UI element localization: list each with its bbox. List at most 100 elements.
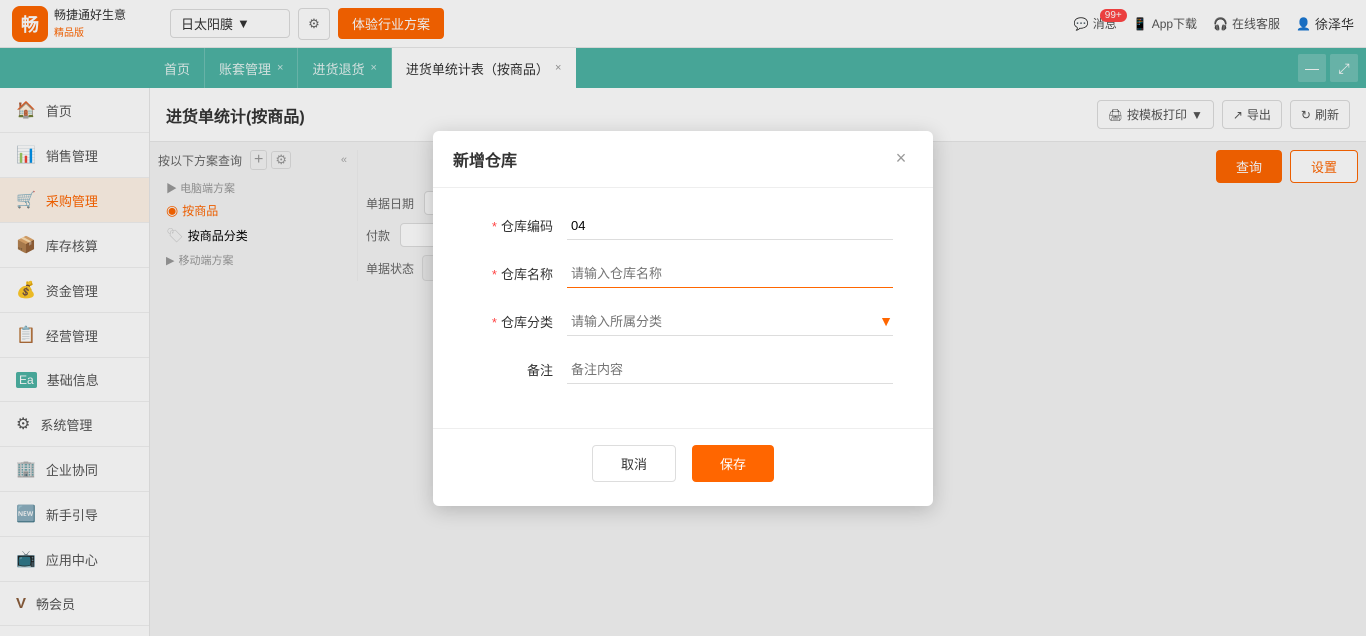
category-select-wrapper: ▼ (567, 308, 893, 336)
user-icon: 👤 (1296, 17, 1311, 31)
tab-purchase-return-close[interactable]: × (370, 62, 376, 74)
sidebar-item-apps-label: 应用中心 (46, 550, 98, 569)
settings-button[interactable]: ⚙ (298, 8, 330, 40)
tab-home[interactable]: 首页 (150, 48, 205, 88)
sidebar-item-finance[interactable]: 💰 资金管理 (0, 268, 149, 313)
apps-icon: 📺 (16, 549, 36, 569)
tab-purchase-stats[interactable]: 进货单统计表（按商品） × (392, 48, 576, 88)
new-warehouse-dialog: 新增仓库 × *仓库编码 *仓库名称 *仓库分类 (433, 131, 933, 506)
tab-maximize-button[interactable]: ⤢ (1330, 54, 1358, 82)
sidebar-item-purchase[interactable]: 🛒 采购管理 (0, 178, 149, 223)
sidebar-item-basic[interactable]: Ea 基础信息 (0, 358, 149, 402)
gear-icon: ⚙ (308, 16, 320, 32)
home-icon: 🏠 (16, 100, 36, 120)
inventory-icon: 📦 (16, 235, 36, 255)
export-icon: ↗ (1233, 108, 1243, 122)
print-chevron-icon: ▼ (1191, 108, 1203, 122)
sidebar-item-finance-label: 资金管理 (46, 281, 98, 300)
code-input[interactable] (567, 212, 893, 240)
tab-account-label: 账套管理 (219, 59, 271, 78)
export-button[interactable]: ↗ 导出 (1222, 100, 1282, 129)
logo-icon: 畅 (12, 6, 48, 42)
tab-minimize-button[interactable]: — (1298, 54, 1326, 82)
finance-icon: 💰 (16, 280, 36, 300)
status-label: 单据状态 (366, 260, 414, 277)
tab-purchase-stats-label: 进货单统计表（按商品） (406, 59, 549, 78)
tab-account-close[interactable]: × (277, 62, 283, 74)
sidebar-item-system[interactable]: ⚙ 系统管理 (0, 402, 149, 447)
tab-home-label: 首页 (164, 59, 190, 78)
tab-account[interactable]: 账套管理 × (205, 48, 298, 88)
modal-overlay: 畅 畅捷通好生意 精品版 日太阳膜 ▼ ⚙ 体验行业方案 💬 消息 99+ (0, 0, 1366, 636)
sidebar-item-apps[interactable]: 📺 应用中心 (0, 537, 149, 582)
save-button[interactable]: 保存 (692, 445, 774, 482)
member-icon: V (16, 595, 26, 612)
tab-purchase-stats-close[interactable]: × (555, 62, 561, 74)
refresh-button[interactable]: ↻ 刷新 (1290, 100, 1350, 129)
sidebar-item-guide-label: 新手引导 (46, 505, 98, 524)
message-icon: 💬 (1074, 17, 1089, 31)
scheme-collapse-button[interactable]: « (341, 154, 347, 166)
tab-purchase-return[interactable]: 进货退货 × (298, 48, 391, 88)
sidebar-item-company[interactable]: 🏢 企业协同 (0, 447, 149, 492)
top-header: 畅 畅捷通好生意 精品版 日太阳膜 ▼ ⚙ 体验行业方案 💬 消息 99+ (0, 0, 1366, 48)
name-input[interactable] (567, 260, 893, 288)
settings-filter-button[interactable]: 设置 (1290, 150, 1358, 183)
sidebar-item-purchase-label: 采购管理 (46, 191, 98, 210)
dialog-body: *仓库编码 *仓库名称 *仓库分类 ▼ (433, 188, 933, 428)
chevron-down-icon: ▼ (237, 16, 250, 31)
logo-area: 畅 畅捷通好生意 精品版 (12, 6, 162, 42)
sales-icon: 📊 (16, 145, 36, 165)
user-name: 徐泽华 (1315, 14, 1354, 33)
category-input[interactable] (567, 308, 879, 335)
scheme-inactive-icon: 🏷 (166, 227, 184, 244)
query-button[interactable]: 查询 (1216, 150, 1282, 183)
company-icon: 🏢 (16, 459, 36, 479)
sidebar-item-home-label: 首页 (46, 101, 72, 120)
scheme-pc-section: ▶ 电脑端方案 ◉ 按商品 🏷 按商品分类 (158, 176, 347, 248)
scheme-mobile-section: ▶ 移动端方案 (158, 248, 347, 270)
sidebar-item-system-label: 系统管理 (40, 415, 92, 434)
dialog-header: 新增仓库 × (433, 131, 933, 188)
form-row-remark: 备注 (473, 356, 893, 384)
online-service-button[interactable]: 🎧 在线客服 (1213, 15, 1280, 32)
cancel-button[interactable]: 取消 (592, 445, 676, 482)
payment-label: 付款 (366, 227, 390, 244)
scheme-item-by-category[interactable]: 🏷 按商品分类 (158, 223, 347, 248)
sidebar-item-operation[interactable]: 📋 经营管理 (0, 313, 149, 358)
category-chevron-icon[interactable]: ▼ (879, 313, 893, 329)
printer-icon: 🖨 (1108, 108, 1123, 122)
sidebar-item-company-label: 企业协同 (46, 460, 98, 479)
code-label: *仓库编码 (473, 216, 553, 235)
trial-button[interactable]: 体验行业方案 (338, 8, 444, 39)
sidebar-item-sales-label: 销售管理 (46, 146, 98, 165)
app-download-label: App下载 (1152, 15, 1197, 32)
sidebar-item-member-label: 畅会员 (36, 594, 75, 613)
guide-icon: 🆕 (16, 504, 36, 524)
system-icon: ⚙ (16, 414, 30, 434)
notification-button[interactable]: 💬 消息 99+ (1074, 15, 1117, 32)
store-selector[interactable]: 日太阳膜 ▼ (170, 9, 290, 38)
dialog-footer: 取消 保存 (433, 429, 933, 506)
tab-purchase-return-label: 进货退货 (312, 59, 364, 78)
scheme-settings-button[interactable]: ⚙ (271, 151, 291, 169)
user-profile[interactable]: 👤 徐泽华 (1296, 14, 1354, 33)
header-right: 💬 消息 99+ 📱 App下载 🎧 在线客服 👤 徐泽华 (1074, 14, 1354, 33)
remark-input[interactable] (567, 356, 893, 384)
notification-badge: 99+ (1100, 9, 1127, 22)
scheme-item-by-goods[interactable]: ◉ 按商品 (158, 198, 347, 223)
form-row-category: *仓库分类 ▼ (473, 308, 893, 336)
refresh-icon: ↻ (1301, 108, 1311, 122)
sidebar-item-inventory[interactable]: 📦 库存核算 (0, 223, 149, 268)
print-button[interactable]: 🖨 按模板打印 ▼ (1097, 100, 1214, 129)
filter-scheme-panel: 按以下方案查询 + ⚙ « ▶ 电脑端方案 ◉ 按商品 (158, 150, 358, 281)
sidebar-item-home[interactable]: 🏠 首页 (0, 88, 149, 133)
scheme-add-button[interactable]: + (250, 150, 267, 170)
sidebar-item-basic-label: 基础信息 (47, 370, 99, 389)
sidebar-item-sales[interactable]: 📊 销售管理 (0, 133, 149, 178)
app-download-button[interactable]: 📱 App下载 (1133, 15, 1197, 32)
dialog-close-button[interactable]: × (889, 147, 913, 171)
sidebar-item-guide[interactable]: 🆕 新手引导 (0, 492, 149, 537)
sidebar-item-member[interactable]: V 畅会员 (0, 582, 149, 626)
form-row-name: *仓库名称 (473, 260, 893, 288)
